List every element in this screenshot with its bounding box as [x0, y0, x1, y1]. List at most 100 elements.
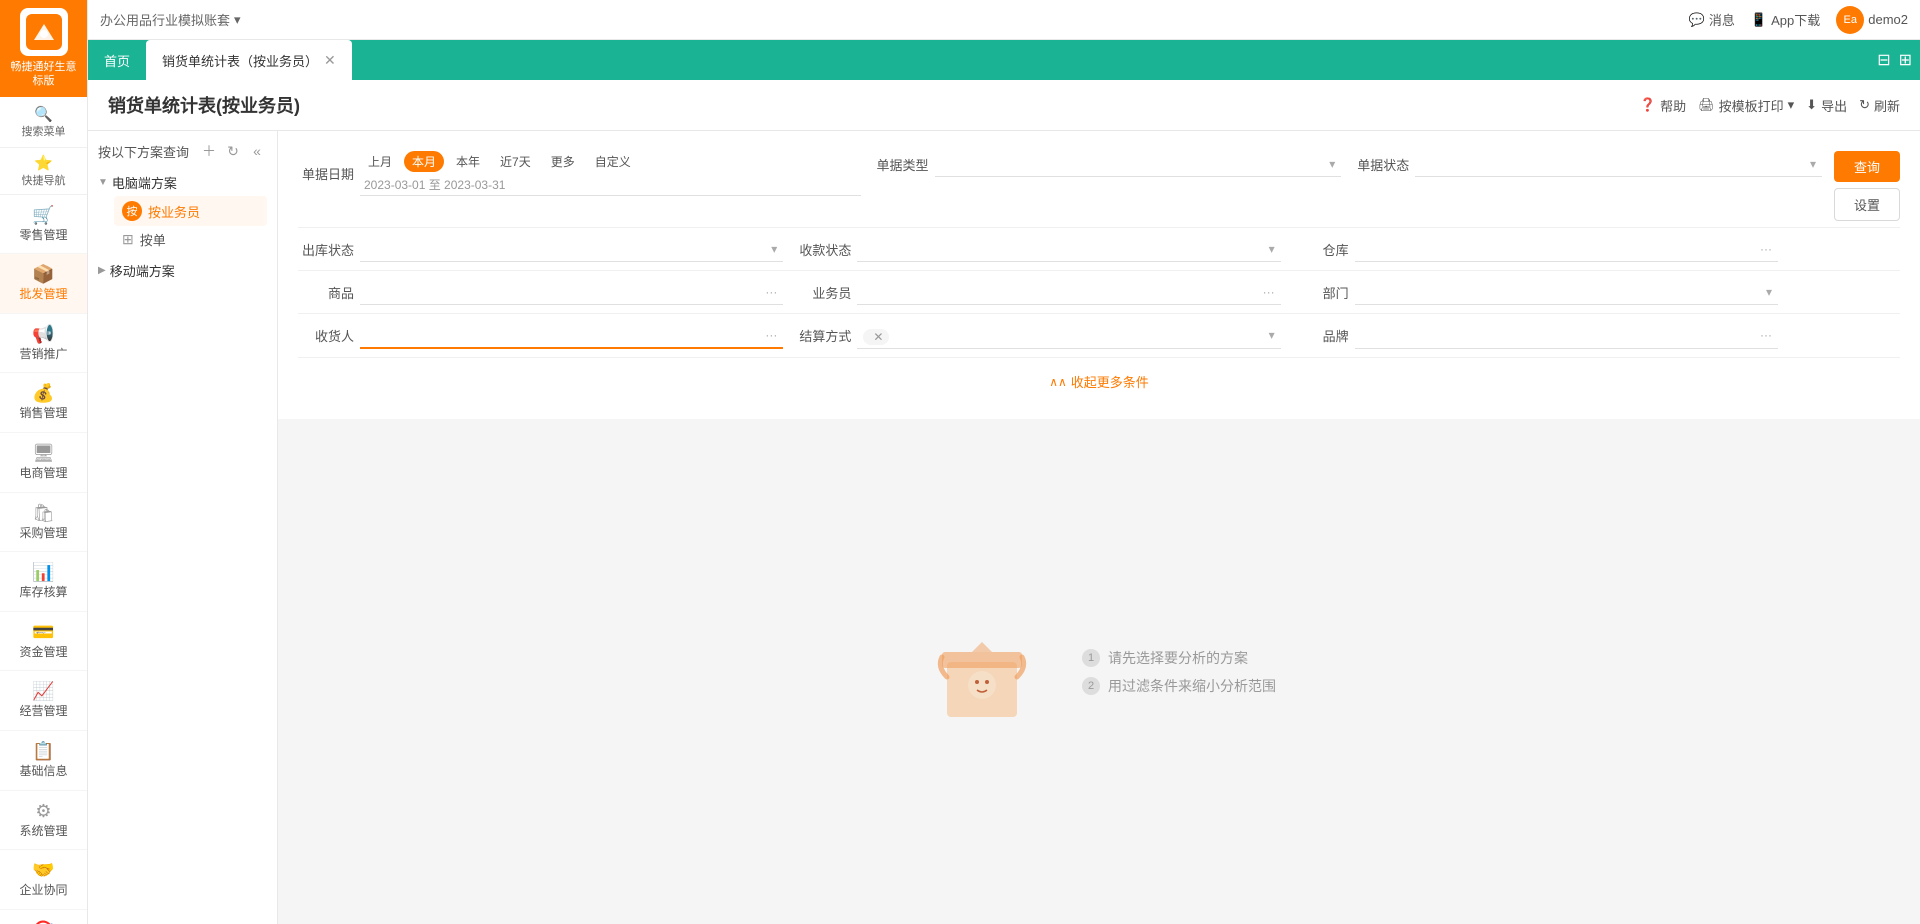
- date-btn-last-month[interactable]: 上月: [360, 151, 400, 172]
- sidebar-item-wholesale[interactable]: 📦 批发管理: [0, 254, 87, 314]
- sidebar-item-retail[interactable]: 🛒 零售管理: [0, 195, 87, 255]
- goods-input[interactable]: ···: [360, 279, 783, 305]
- empty-illustration: [922, 612, 1042, 732]
- newbie-icon: 🎯: [32, 920, 54, 924]
- wholesale-label: 批发管理: [19, 287, 67, 303]
- sidebar-item-finance[interactable]: 💳 资金管理: [0, 612, 87, 672]
- filter-row-2: 出库状态 ▾ 收款状态 ▾: [298, 228, 1900, 271]
- filter-row-3: 商品 ··· 业务员 ···: [298, 271, 1900, 314]
- refresh-button[interactable]: ↻ 刷新: [1859, 96, 1900, 115]
- recipient-input[interactable]: ···: [360, 323, 783, 349]
- warehouse-input[interactable]: ···: [1355, 236, 1778, 262]
- tab-minimize-button[interactable]: ⊟: [1877, 50, 1890, 70]
- empty-step-1: 1 请先选择要分析的方案: [1082, 648, 1276, 668]
- out-status-input[interactable]: ▾: [360, 236, 783, 262]
- doc-type-chevron-icon: ▾: [1329, 157, 1335, 171]
- scheme-item-salesman-label: 按业务员: [148, 202, 200, 221]
- sidebar-item-marketing[interactable]: 📢 营销推广: [0, 314, 87, 374]
- sidebar-item-enterprise[interactable]: 🤝 企业协同: [0, 850, 87, 910]
- goods-label: 商品: [298, 283, 354, 302]
- query-button[interactable]: 查询: [1834, 151, 1900, 182]
- date-btn-7days[interactable]: 近7天: [492, 151, 539, 172]
- app-download-button[interactable]: 📱 App下载: [1751, 10, 1820, 29]
- empty-step-2: 2 用过滤条件来缩小分析范围: [1082, 676, 1276, 696]
- salesman-cell: 业务员 ···: [795, 279, 1280, 305]
- message-button[interactable]: 💬 消息: [1689, 10, 1735, 29]
- scheme-subitem-order-label: 按单: [140, 230, 166, 249]
- scheme-group-mobile-header[interactable]: ▶ 移动端方案: [98, 257, 267, 284]
- dept-chevron-icon: ▾: [1766, 285, 1772, 299]
- doc-status-input[interactable]: ▾: [1415, 151, 1822, 177]
- scheme-subitem-by-order[interactable]: ⊞ 按单: [114, 226, 267, 253]
- scheme-group-desktop-content: 按 按业务员 ⊞ 按单: [98, 196, 267, 253]
- date-btn-this-month[interactable]: 本月: [404, 151, 444, 172]
- ecommerce-icon: 🖥: [32, 443, 55, 464]
- sidebar-item-basic[interactable]: 📋 基础信息: [0, 731, 87, 791]
- print-button[interactable]: 🖨 按模板打印 ▾: [1698, 96, 1794, 115]
- sidebar-item-operations[interactable]: 📈 经营管理: [0, 671, 87, 731]
- print-chevron-icon: ▾: [1788, 97, 1795, 113]
- recipient-cell: 收货人 ···: [298, 323, 783, 349]
- ecommerce-label: 电商管理: [19, 466, 67, 482]
- scheme-group-desktop-header[interactable]: ▼ 电脑端方案: [98, 169, 267, 196]
- brand-input[interactable]: ···: [1355, 323, 1778, 349]
- basic-label: 基础信息: [19, 764, 67, 780]
- operations-label: 经营管理: [19, 704, 67, 720]
- scheme-add-button[interactable]: ＋: [199, 141, 219, 161]
- date-btn-more[interactable]: 更多: [543, 151, 583, 172]
- settlement-input[interactable]: ✕ ▾: [857, 322, 1280, 349]
- sidebar-item-inventory[interactable]: 📊 库存核算: [0, 552, 87, 612]
- export-button[interactable]: ⬇ 导出: [1806, 96, 1847, 115]
- tab-home[interactable]: 首页: [88, 40, 146, 80]
- sidebar-item-ecommerce[interactable]: 🖥 电商管理: [0, 433, 87, 493]
- step-2-text: 用过滤条件来缩小分析范围: [1108, 676, 1276, 696]
- sidebar-search[interactable]: 🔍 搜索菜单: [0, 97, 87, 148]
- header-account-dropdown[interactable]: 办公用品行业模拟账套 ▾: [100, 10, 241, 29]
- tab-maximize-button[interactable]: ⊞: [1899, 50, 1912, 70]
- help-label: 帮助: [1660, 96, 1686, 115]
- marketing-label: 营销推广: [19, 347, 67, 363]
- sidebar-item-sales[interactable]: 💰 销售管理: [0, 373, 87, 433]
- salesman-label: 业务员: [795, 283, 851, 302]
- enterprise-label: 企业协同: [19, 883, 67, 899]
- group-expand-icon: ▼: [98, 177, 108, 188]
- out-status-label: 出库状态: [298, 240, 354, 259]
- doc-type-input[interactable]: ▾: [935, 151, 1342, 177]
- tab-sales-stats[interactable]: 销货单统计表（按业务员） ✕: [146, 40, 352, 80]
- date-btn-custom[interactable]: 自定义: [587, 151, 639, 172]
- inventory-label: 库存核算: [19, 585, 67, 601]
- page-content: 销货单统计表(按业务员) ❓ 帮助 🖨 按模板打印 ▾ ⬇ 导出 ↻ 刷新: [88, 80, 1920, 924]
- filter-card: 单据日期 上月 本月 本年 近7天 更多 自定义 20: [278, 131, 1920, 419]
- settlement-label: 结算方式: [795, 326, 851, 345]
- scheme-item-icon: 按: [122, 201, 142, 221]
- sidebar-item-newbie[interactable]: 🎯 新手引导: [0, 910, 87, 924]
- tab-close-icon[interactable]: ✕: [324, 52, 336, 69]
- help-button[interactable]: ❓ 帮助: [1640, 96, 1686, 115]
- date-btn-this-year[interactable]: 本年: [448, 151, 488, 172]
- date-range: 2023-03-01 至 2023-03-31: [360, 174, 861, 196]
- collect-status-input[interactable]: ▾: [857, 236, 1280, 262]
- settings-button[interactable]: 设置: [1834, 188, 1900, 221]
- step-1-num: 1: [1082, 649, 1100, 667]
- user-area[interactable]: Ea demo2: [1836, 6, 1908, 34]
- warehouse-label: 仓库: [1293, 240, 1349, 259]
- scheme-refresh-button[interactable]: ↻: [223, 141, 243, 161]
- sidebar-item-purchase[interactable]: 🛍 采购管理: [0, 493, 87, 553]
- date-label: 单据日期: [298, 164, 354, 183]
- sidebar: 畅捷通好生意 标版 🔍 搜索菜单 ⭐ 快捷导航 🛒 零售管理 📦 批发管理 📢 …: [0, 0, 88, 924]
- warehouse-cell: 仓库 ···: [1293, 236, 1778, 262]
- scheme-collapse-button[interactable]: «: [247, 141, 267, 161]
- group-mobile-label: 移动端方案: [110, 261, 175, 280]
- sidebar-shortcut[interactable]: ⭐ 快捷导航: [0, 148, 87, 195]
- dept-input[interactable]: ▾: [1355, 279, 1778, 305]
- marketing-icon: 📢: [32, 324, 54, 345]
- scheme-item-by-salesman[interactable]: 按 按业务员: [114, 196, 267, 226]
- sidebar-item-system[interactable]: ⚙ 系统管理: [0, 791, 87, 851]
- download-icon: 📱: [1751, 12, 1767, 28]
- settlement-tag-close-icon[interactable]: ✕: [873, 330, 883, 344]
- collapse-button[interactable]: ∧∧ 收起更多条件: [1049, 364, 1149, 399]
- collect-status-cell: 收款状态 ▾: [795, 236, 1280, 262]
- basic-icon: 📋: [32, 741, 54, 762]
- salesman-input[interactable]: ···: [857, 279, 1280, 305]
- header-left: 办公用品行业模拟账套 ▾: [100, 10, 241, 29]
